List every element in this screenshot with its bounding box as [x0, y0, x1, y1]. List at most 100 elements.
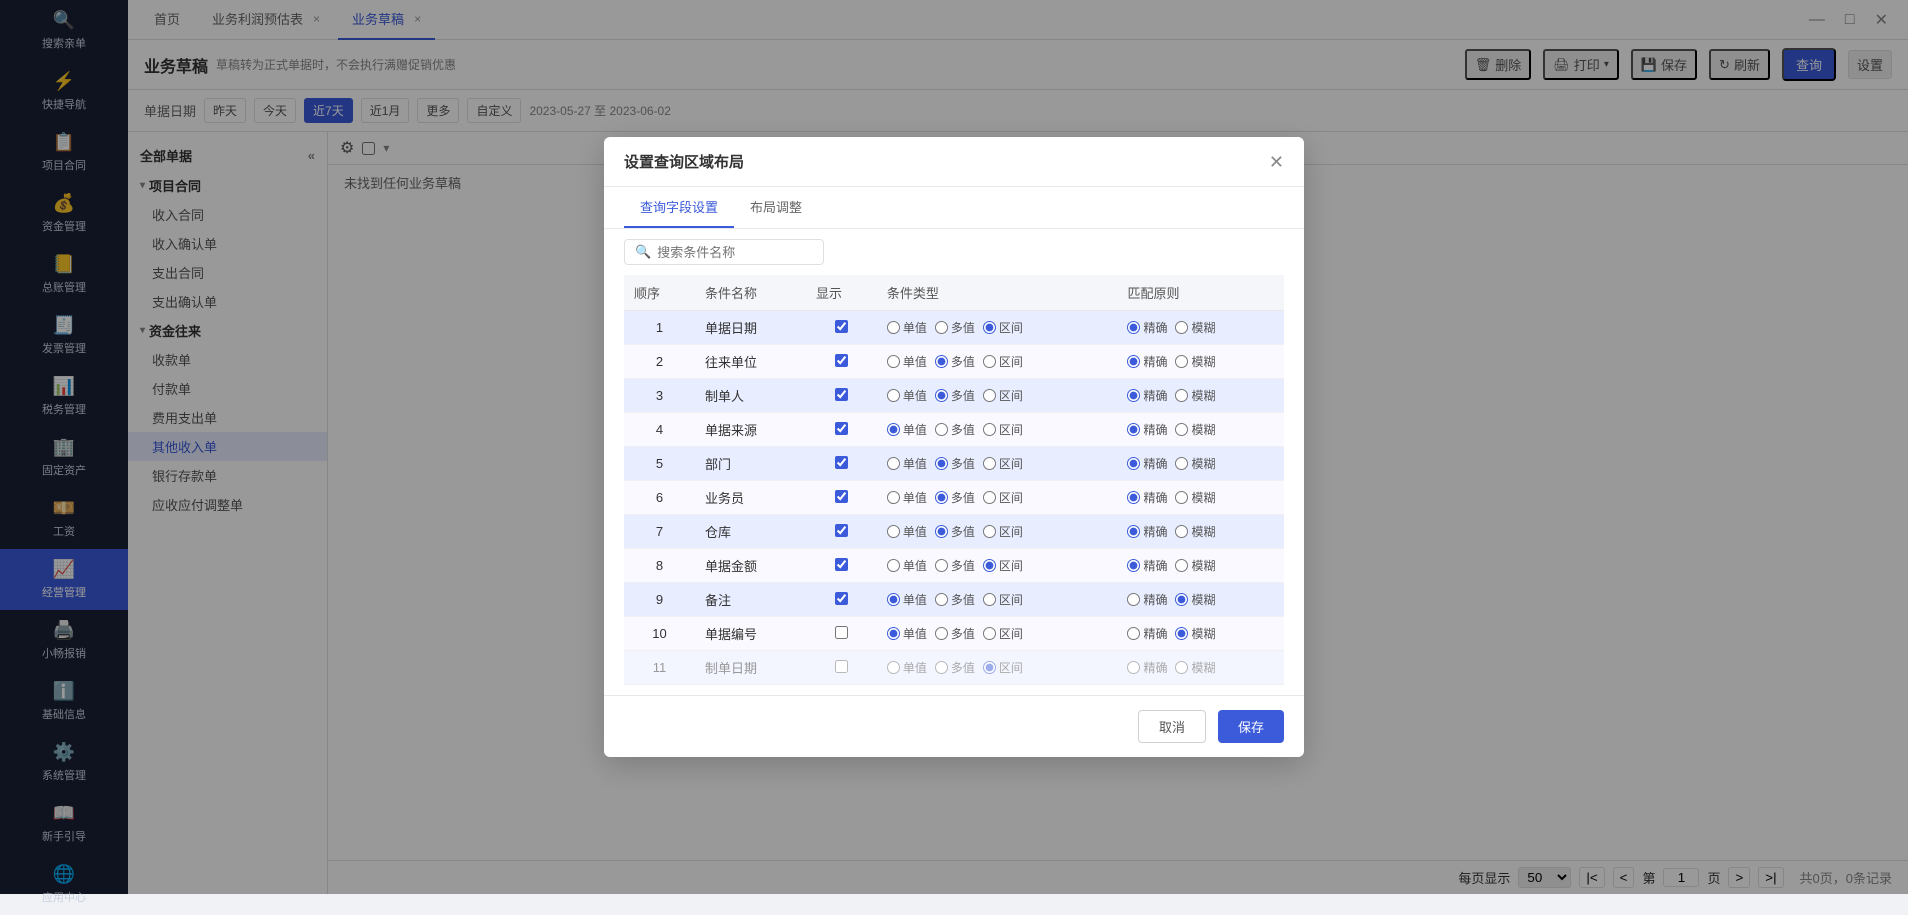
radio-type-3-单值[interactable]: [887, 389, 900, 402]
radio-type-6-多值[interactable]: [935, 491, 948, 504]
radio-type-2-区间[interactable]: [983, 355, 996, 368]
row-match-1: 精确 模糊: [1117, 311, 1284, 345]
row-index-7: 7: [624, 515, 695, 549]
radio-type-7-区间[interactable]: [983, 525, 996, 538]
radio-type-10-多值[interactable]: [935, 627, 948, 640]
checkbox-display-10[interactable]: [835, 626, 848, 639]
radio-type-9-单值[interactable]: [887, 593, 900, 606]
radio-type-11-区间[interactable]: [983, 661, 996, 674]
col-display: 显示: [806, 275, 877, 311]
radio-type-6-单值[interactable]: [887, 491, 900, 504]
row-display-8[interactable]: [806, 549, 877, 583]
radio-type-3-区间[interactable]: [983, 389, 996, 402]
radio-type-11-多值[interactable]: [935, 661, 948, 674]
radio-match-11-精确[interactable]: [1127, 661, 1140, 674]
checkbox-display-7[interactable]: [835, 524, 848, 537]
row-index-10: 10: [624, 617, 695, 651]
checkbox-display-5[interactable]: [835, 456, 848, 469]
radio-match-1-模糊[interactable]: [1175, 321, 1188, 334]
radio-type-1-区间[interactable]: [983, 321, 996, 334]
radio-type-5-区间[interactable]: [983, 457, 996, 470]
row-type-1: 单值 多值 区间: [877, 311, 1118, 345]
row-index-1: 1: [624, 311, 695, 345]
radio-match-10-精确[interactable]: [1127, 627, 1140, 640]
row-display-5[interactable]: [806, 447, 877, 481]
radio-type-6-区间[interactable]: [983, 491, 996, 504]
radio-match-4-模糊[interactable]: [1175, 423, 1188, 436]
tab-query-fields[interactable]: 查询字段设置: [624, 187, 734, 228]
row-display-7[interactable]: [806, 515, 877, 549]
row-name-10: 单据编号: [695, 617, 806, 651]
row-match-10: 精确 模糊: [1117, 617, 1284, 651]
row-display-6[interactable]: [806, 481, 877, 515]
radio-type-9-区间[interactable]: [983, 593, 996, 606]
radio-match-6-精确[interactable]: [1127, 491, 1140, 504]
modal-save-button[interactable]: 保存: [1218, 710, 1284, 743]
radio-match-3-精确[interactable]: [1127, 389, 1140, 402]
row-index-11: 11: [624, 651, 695, 685]
radio-match-8-精确[interactable]: [1127, 559, 1140, 572]
radio-match-4-精确[interactable]: [1127, 423, 1140, 436]
radio-match-5-模糊[interactable]: [1175, 457, 1188, 470]
radio-match-11-模糊[interactable]: [1175, 661, 1188, 674]
radio-type-2-多值[interactable]: [935, 355, 948, 368]
radio-type-10-单值[interactable]: [887, 627, 900, 640]
row-name-1: 单据日期: [695, 311, 806, 345]
row-index-9: 9: [624, 583, 695, 617]
radio-type-1-单值[interactable]: [887, 321, 900, 334]
radio-type-10-区间[interactable]: [983, 627, 996, 640]
checkbox-display-6[interactable]: [835, 490, 848, 503]
radio-match-7-精确[interactable]: [1127, 525, 1140, 538]
radio-match-10-模糊[interactable]: [1175, 627, 1188, 640]
radio-type-1-多值[interactable]: [935, 321, 948, 334]
search-input[interactable]: [657, 245, 817, 260]
row-display-3[interactable]: [806, 379, 877, 413]
radio-type-2-单值[interactable]: [887, 355, 900, 368]
radio-match-2-模糊[interactable]: [1175, 355, 1188, 368]
row-name-11: 制单日期: [695, 651, 806, 685]
radio-match-9-精确[interactable]: [1127, 593, 1140, 606]
radio-match-3-模糊[interactable]: [1175, 389, 1188, 402]
row-index-8: 8: [624, 549, 695, 583]
modal-overlay[interactable]: 设置查询区域布局 ✕ 查询字段设置 布局调整 🔍 顺序 条件名称 显示: [0, 0, 1908, 894]
radio-match-2-精确[interactable]: [1127, 355, 1140, 368]
row-display-10[interactable]: [806, 617, 877, 651]
radio-match-5-精确[interactable]: [1127, 457, 1140, 470]
cancel-button[interactable]: 取消: [1138, 710, 1206, 743]
tab-layout[interactable]: 布局调整: [734, 187, 818, 228]
radio-type-9-多值[interactable]: [935, 593, 948, 606]
radio-type-7-多值[interactable]: [935, 525, 948, 538]
radio-type-5-单值[interactable]: [887, 457, 900, 470]
row-display-2[interactable]: [806, 345, 877, 379]
row-display-1[interactable]: [806, 311, 877, 345]
checkbox-display-8[interactable]: [835, 558, 848, 571]
radio-match-7-模糊[interactable]: [1175, 525, 1188, 538]
radio-type-8-多值[interactable]: [935, 559, 948, 572]
radio-type-11-单值[interactable]: [887, 661, 900, 674]
row-name-4: 单据来源: [695, 413, 806, 447]
checkbox-display-11[interactable]: [835, 660, 848, 673]
checkbox-display-4[interactable]: [835, 422, 848, 435]
radio-type-4-区间[interactable]: [983, 423, 996, 436]
modal-search: 🔍: [604, 229, 1304, 275]
row-display-4[interactable]: [806, 413, 877, 447]
modal-tabs: 查询字段设置 布局调整: [604, 187, 1304, 229]
modal-close-button[interactable]: ✕: [1269, 153, 1284, 171]
row-display-9[interactable]: [806, 583, 877, 617]
radio-match-1-精确[interactable]: [1127, 321, 1140, 334]
radio-type-4-多值[interactable]: [935, 423, 948, 436]
radio-type-5-多值[interactable]: [935, 457, 948, 470]
radio-match-6-模糊[interactable]: [1175, 491, 1188, 504]
radio-type-8-单值[interactable]: [887, 559, 900, 572]
checkbox-display-9[interactable]: [835, 592, 848, 605]
radio-match-9-模糊[interactable]: [1175, 593, 1188, 606]
row-display-11[interactable]: [806, 651, 877, 685]
radio-match-8-模糊[interactable]: [1175, 559, 1188, 572]
radio-type-8-区间[interactable]: [983, 559, 996, 572]
checkbox-display-3[interactable]: [835, 388, 848, 401]
radio-type-7-单值[interactable]: [887, 525, 900, 538]
radio-type-4-单值[interactable]: [887, 423, 900, 436]
checkbox-display-1[interactable]: [835, 320, 848, 333]
checkbox-display-2[interactable]: [835, 354, 848, 367]
radio-type-3-多值[interactable]: [935, 389, 948, 402]
